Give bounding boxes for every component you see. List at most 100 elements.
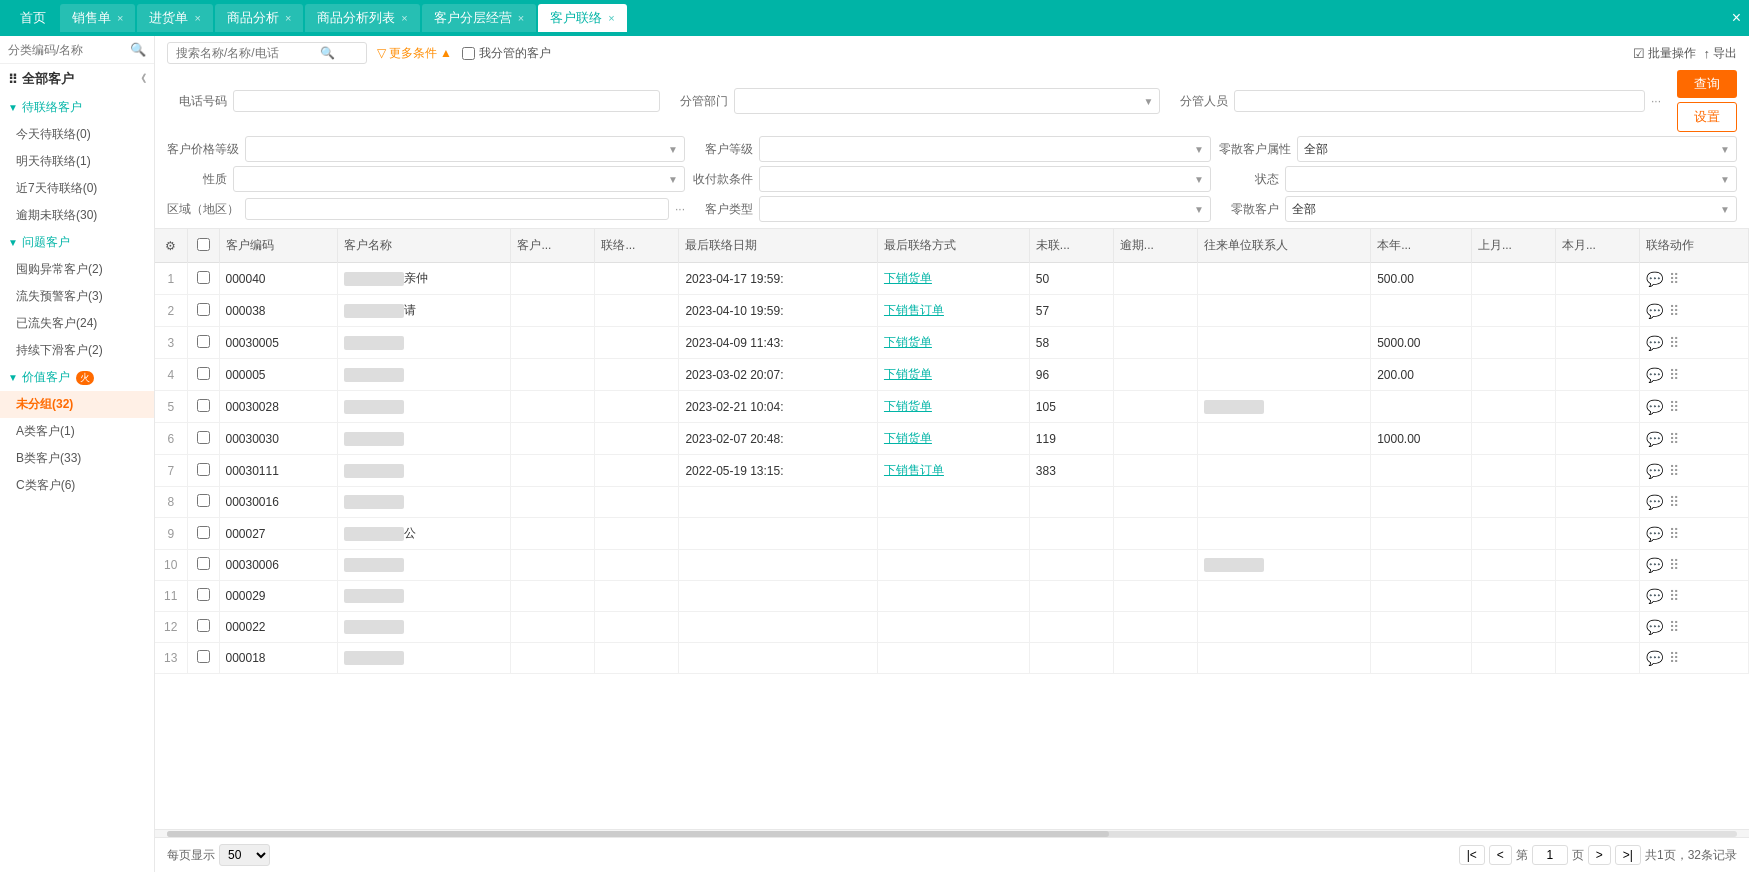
chat-icon[interactable]: 💬 bbox=[1646, 303, 1663, 319]
chat-icon[interactable]: 💬 bbox=[1646, 335, 1663, 351]
row-checkbox[interactable] bbox=[197, 367, 210, 380]
first-page-btn[interactable]: |< bbox=[1459, 845, 1485, 865]
th-checkbox[interactable] bbox=[187, 229, 219, 263]
reset-button[interactable]: 设置 bbox=[1677, 102, 1737, 132]
row-checkbox[interactable] bbox=[197, 526, 210, 539]
th-last-method[interactable]: 最后联络方式 bbox=[877, 229, 1029, 263]
last-contact-method[interactable]: 下销售订单 bbox=[877, 295, 1029, 327]
chat-icon[interactable]: 💬 bbox=[1646, 367, 1663, 383]
scrollbar-row[interactable] bbox=[155, 829, 1749, 837]
sidebar-group-pending[interactable]: ▼ 待联络客户 bbox=[0, 94, 154, 121]
close-icon[interactable]: × bbox=[518, 12, 524, 24]
next-page-btn[interactable]: > bbox=[1588, 845, 1611, 865]
sidebar-item-churn-warn[interactable]: 流失预警客户(3) bbox=[0, 283, 154, 310]
chat-icon[interactable]: 💬 bbox=[1646, 588, 1663, 604]
sidebar-group-value[interactable]: ▼ 价值客户 火 bbox=[0, 364, 154, 391]
last-contact-method[interactable]: 下销货单 bbox=[877, 263, 1029, 295]
last-contact-method[interactable] bbox=[877, 581, 1029, 612]
sidebar-group-problem[interactable]: ▼ 问题客户 bbox=[0, 229, 154, 256]
customer-type-select[interactable]: ▼ bbox=[759, 196, 1211, 222]
chat-icon[interactable]: 💬 bbox=[1646, 650, 1663, 666]
row-checkbox[interactable] bbox=[197, 650, 210, 663]
row-checkbox[interactable] bbox=[197, 588, 210, 601]
nav-tab-customer-contact[interactable]: 客户联络 × bbox=[538, 4, 626, 32]
close-all-icon[interactable]: × bbox=[1732, 9, 1741, 27]
prev-page-btn[interactable]: < bbox=[1489, 845, 1512, 865]
th-name[interactable]: 客户名称 bbox=[338, 229, 511, 263]
chat-icon[interactable]: 💬 bbox=[1646, 463, 1663, 479]
sidebar-item-churned[interactable]: 已流失客户(24) bbox=[0, 310, 154, 337]
sidebar-item-today[interactable]: 今天待联络(0) bbox=[0, 121, 154, 148]
sidebar-item-class-b[interactable]: B类客户(33) bbox=[0, 445, 154, 472]
page-size-select[interactable]: 50 20 100 bbox=[219, 844, 270, 866]
sidebar-all-customers[interactable]: ⠿ 全部客户 《 bbox=[0, 64, 154, 94]
method-link[interactable]: 下销售订单 bbox=[884, 303, 944, 317]
close-icon[interactable]: × bbox=[608, 12, 614, 24]
row-checkbox[interactable] bbox=[197, 335, 210, 348]
last-contact-method[interactable]: 下销货单 bbox=[877, 327, 1029, 359]
last-contact-method[interactable] bbox=[877, 643, 1029, 674]
nav-home[interactable]: 首页 bbox=[8, 9, 58, 27]
region-input[interactable] bbox=[245, 198, 669, 220]
last-page-btn[interactable]: >| bbox=[1615, 845, 1641, 865]
query-button[interactable]: 查询 bbox=[1677, 70, 1737, 98]
nav-tab-sales[interactable]: 销售单 × bbox=[60, 4, 135, 32]
th-code[interactable]: 客户编码 bbox=[219, 229, 338, 263]
grid-icon[interactable]: ⠿ bbox=[1669, 303, 1679, 319]
sidebar-item-overdue[interactable]: 逾期未联络(30) bbox=[0, 202, 154, 229]
th-overdue[interactable]: 逾期... bbox=[1113, 229, 1197, 263]
method-link[interactable]: 下销货单 bbox=[884, 271, 932, 285]
export-btn[interactable]: ↑ 导出 bbox=[1704, 45, 1738, 62]
batch-ops-btn[interactable]: ☑ 批量操作 bbox=[1633, 45, 1696, 62]
search-icon[interactable]: 🔍 bbox=[130, 42, 146, 57]
chat-icon[interactable]: 💬 bbox=[1646, 399, 1663, 415]
method-link[interactable]: 下销货单 bbox=[884, 431, 932, 445]
last-contact-method[interactable] bbox=[877, 612, 1029, 643]
sidebar-item-class-a[interactable]: A类客户(1) bbox=[0, 418, 154, 445]
grid-icon[interactable]: ⠿ bbox=[1669, 588, 1679, 604]
sidebar-item-ungrouped[interactable]: 未分组(32) bbox=[0, 391, 154, 418]
method-link[interactable]: 下销货单 bbox=[884, 335, 932, 349]
last-contact-method[interactable]: 下销售订单 bbox=[877, 455, 1029, 487]
row-checkbox[interactable] bbox=[197, 303, 210, 316]
sidebar-item-class-c[interactable]: C类客户(6) bbox=[0, 472, 154, 499]
th-last-month[interactable]: 上月... bbox=[1471, 229, 1555, 263]
row-checkbox[interactable] bbox=[197, 271, 210, 284]
row-checkbox[interactable] bbox=[197, 463, 210, 476]
method-link[interactable]: 下销货单 bbox=[884, 367, 932, 381]
th-this-month[interactable]: 本月... bbox=[1555, 229, 1639, 263]
close-icon[interactable]: × bbox=[285, 12, 291, 24]
grid-icon[interactable]: ⠿ bbox=[1669, 431, 1679, 447]
more-icon[interactable]: ··· bbox=[1651, 94, 1661, 108]
method-link[interactable]: 下销货单 bbox=[884, 399, 932, 413]
row-checkbox[interactable] bbox=[197, 494, 210, 507]
search-icon[interactable]: 🔍 bbox=[320, 46, 335, 60]
sidebar-item-declining[interactable]: 持续下滑客户(2) bbox=[0, 337, 154, 364]
grid-icon[interactable]: ⠿ bbox=[1669, 399, 1679, 415]
th-contact[interactable]: 联络... bbox=[595, 229, 679, 263]
method-link[interactable]: 下销售订单 bbox=[884, 463, 944, 477]
row-checkbox[interactable] bbox=[197, 619, 210, 632]
person-input[interactable] bbox=[1234, 90, 1645, 112]
more-icon[interactable]: ··· bbox=[675, 202, 685, 216]
last-contact-method[interactable] bbox=[877, 518, 1029, 550]
row-checkbox[interactable] bbox=[197, 399, 210, 412]
my-customers-checkbox[interactable] bbox=[462, 47, 475, 60]
search-input[interactable] bbox=[176, 46, 316, 60]
nav-tab-purchase[interactable]: 进货单 × bbox=[137, 4, 212, 32]
last-contact-method[interactable]: 下销货单 bbox=[877, 391, 1029, 423]
nature-select[interactable]: ▼ bbox=[233, 166, 685, 192]
grid-icon[interactable]: ⠿ bbox=[1669, 619, 1679, 635]
page-input[interactable] bbox=[1532, 845, 1568, 865]
close-icon[interactable]: × bbox=[117, 12, 123, 24]
grid-icon[interactable]: ⠿ bbox=[1669, 494, 1679, 510]
chat-icon[interactable]: 💬 bbox=[1646, 494, 1663, 510]
retail-attr-select[interactable]: 全部 ▼ bbox=[1297, 136, 1737, 162]
select-all-checkbox[interactable] bbox=[197, 238, 210, 251]
phone-input[interactable] bbox=[233, 90, 660, 112]
grid-icon[interactable]: ⠿ bbox=[1669, 335, 1679, 351]
chat-icon[interactable]: 💬 bbox=[1646, 619, 1663, 635]
grid-icon[interactable]: ⠿ bbox=[1669, 271, 1679, 287]
last-contact-method[interactable]: 下销货单 bbox=[877, 359, 1029, 391]
th-unlinked[interactable]: 未联... bbox=[1029, 229, 1113, 263]
